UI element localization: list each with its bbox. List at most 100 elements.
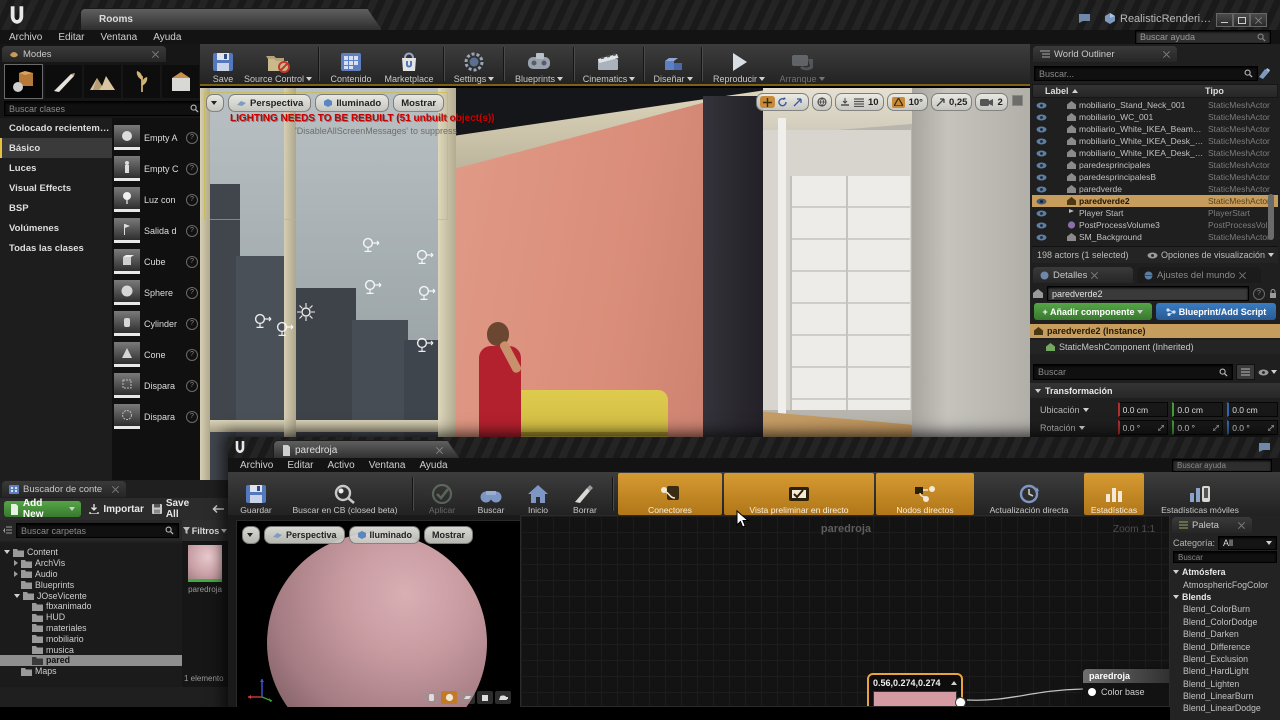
visibility-eye-icon[interactable] bbox=[1036, 210, 1047, 217]
visibility-eye-icon[interactable] bbox=[1036, 198, 1047, 205]
asset-label[interactable]: paredroja bbox=[182, 585, 228, 594]
save-button[interactable]: Save bbox=[206, 44, 240, 84]
menu-ayuda[interactable]: Ayuda bbox=[153, 32, 181, 43]
actor-name-field[interactable]: paredverde2 bbox=[1047, 286, 1249, 301]
spotlight-gizmo-icon[interactable] bbox=[414, 248, 436, 266]
material-asset-tab[interactable]: paredroja bbox=[273, 440, 460, 459]
folder-musica[interactable]: musica bbox=[0, 644, 182, 655]
buscar-button[interactable]: Buscar bbox=[468, 473, 514, 515]
table-row[interactable]: PostProcessVolume3 PostProcessVolu bbox=[1032, 219, 1278, 231]
rotation-label[interactable]: Rotación bbox=[1040, 423, 1114, 433]
table-row[interactable]: paredverde StaticMeshActor bbox=[1032, 183, 1278, 195]
find-in-cb-button[interactable]: Buscar en CB (closed beta) bbox=[282, 473, 408, 515]
source-control-button[interactable]: Source Control bbox=[243, 44, 313, 84]
location-y-field[interactable]: 0.0 cm bbox=[1172, 402, 1224, 417]
list-item[interactable]: Sphere? bbox=[112, 277, 200, 308]
list-item[interactable]: Cone? bbox=[112, 339, 200, 370]
collapse-sources-icon[interactable] bbox=[3, 526, 13, 536]
plane-shape-button[interactable] bbox=[459, 691, 475, 704]
color-swatch[interactable] bbox=[873, 691, 957, 706]
location-label[interactable]: Ubicación bbox=[1040, 405, 1114, 415]
marketplace-button[interactable]: Marketplace bbox=[380, 44, 438, 84]
conectores-toggle[interactable]: Conectores bbox=[618, 472, 722, 515]
property-matrix-button[interactable] bbox=[1236, 364, 1255, 380]
category-lights[interactable]: Luces bbox=[0, 158, 112, 178]
help-icon[interactable]: ? bbox=[186, 131, 198, 144]
menu-archivo[interactable]: Archivo bbox=[9, 32, 42, 43]
save-all-button[interactable]: Save All bbox=[151, 498, 204, 520]
cube-shape-button[interactable] bbox=[477, 691, 493, 704]
rotation-y-field[interactable]: 0.0 ° bbox=[1172, 420, 1224, 435]
live-preview-toggle[interactable]: Vista preliminar en directo bbox=[724, 472, 874, 515]
palette-item[interactable]: Blend_Darken bbox=[1173, 628, 1277, 640]
table-row-selected[interactable]: paredverde2 StaticMeshActor bbox=[1032, 195, 1278, 207]
tab-world-outliner[interactable]: World Outliner bbox=[1033, 46, 1177, 62]
move-tool-button[interactable] bbox=[760, 96, 775, 108]
table-row[interactable]: mobiliario_White_IKEA_Beam_001 StaticMesh… bbox=[1032, 123, 1278, 135]
table-row[interactable]: mobiliario_White_IKEA_Desk_Face StaticMes… bbox=[1032, 135, 1278, 147]
folders-search-input[interactable]: Buscar carpetas bbox=[16, 523, 179, 538]
view-options-button[interactable]: Opciones de visualización bbox=[1161, 250, 1278, 260]
close-icon[interactable] bbox=[152, 51, 159, 58]
visibility-eye-icon[interactable] bbox=[1036, 114, 1047, 121]
location-z-field[interactable]: 0.0 cm bbox=[1227, 402, 1279, 417]
palette-item[interactable]: Blend_Exclusion bbox=[1173, 653, 1277, 665]
palette-item[interactable]: Blend_LinearDodge bbox=[1173, 702, 1277, 714]
list-item[interactable]: Cube? bbox=[112, 246, 200, 277]
table-row[interactable]: paredesprincipalesB StaticMeshActor bbox=[1032, 171, 1278, 183]
display-filter-button[interactable] bbox=[1258, 369, 1277, 376]
content-button[interactable]: Contenido bbox=[325, 44, 377, 84]
help-icon[interactable]: ? bbox=[186, 255, 198, 268]
level-tab[interactable]: Rooms bbox=[80, 8, 382, 30]
lit-mode-button[interactable]: Iluminado bbox=[348, 526, 421, 544]
tab-modes[interactable]: Modes bbox=[2, 46, 166, 62]
table-row[interactable]: paredesprincipales StaticMeshActor bbox=[1032, 159, 1278, 171]
live-update-button[interactable]: Actualización directa bbox=[976, 473, 1082, 515]
palette-item[interactable]: Blend_LinearBurn bbox=[1173, 690, 1277, 702]
collapsed-icon[interactable] bbox=[14, 560, 18, 567]
table-row[interactable]: mobiliario_WC_001 StaticMeshActor bbox=[1032, 111, 1278, 123]
palette-item[interactable]: Blend_ColorBurn bbox=[1173, 603, 1277, 615]
angle-snap-value[interactable]: 10° bbox=[909, 97, 923, 108]
stats-toggle[interactable]: Estadísticas bbox=[1084, 472, 1144, 515]
material-preview-viewport[interactable]: Perspectiva Iluminado Mostrar bbox=[236, 520, 522, 709]
viewport-options-button[interactable] bbox=[206, 94, 224, 112]
folder-archvis[interactable]: ArchVis bbox=[0, 558, 182, 569]
play-button[interactable]: Reproducir bbox=[708, 44, 770, 84]
mobile-stats-button[interactable]: Estadísticas móviles bbox=[1146, 473, 1254, 515]
visibility-eye-icon[interactable] bbox=[1036, 222, 1047, 229]
material-asset-thumbnail[interactable] bbox=[188, 545, 222, 582]
list-item[interactable]: Empty A? bbox=[112, 122, 200, 153]
category-all[interactable]: Todas las clases bbox=[0, 238, 112, 258]
visibility-eye-icon[interactable] bbox=[1036, 150, 1047, 157]
import-button[interactable]: Importar bbox=[89, 504, 144, 515]
palette-group[interactable]: Atmósfera bbox=[1173, 566, 1277, 578]
table-row[interactable]: Player Start PlayerStart bbox=[1032, 207, 1278, 219]
material-result-node[interactable]: paredroja Color base bbox=[1083, 669, 1169, 706]
help-search-input[interactable]: Buscar ayuda bbox=[1172, 458, 1272, 472]
menu-ventana[interactable]: Ventana bbox=[369, 460, 406, 471]
rotate-tool-button[interactable] bbox=[775, 96, 790, 108]
collapsed-icon[interactable] bbox=[14, 570, 18, 577]
mode-paint-tab[interactable] bbox=[45, 65, 82, 98]
menu-ventana[interactable]: Ventana bbox=[100, 32, 137, 43]
viewport-options-button[interactable] bbox=[242, 526, 260, 544]
outliner-scrollbar[interactable] bbox=[1268, 194, 1274, 240]
close-button[interactable] bbox=[1250, 13, 1267, 27]
tab-palette[interactable]: Paleta bbox=[1172, 517, 1252, 533]
mode-place-tab[interactable] bbox=[4, 64, 43, 99]
sphere-shape-button[interactable] bbox=[441, 691, 457, 704]
live-nodes-toggle[interactable]: Nodos directos bbox=[876, 472, 974, 515]
sun-gizmo-icon[interactable] bbox=[296, 302, 318, 322]
swarm-cube-icon[interactable] bbox=[1104, 12, 1117, 24]
palette-item[interactable]: AtmosphericFogColor bbox=[1173, 578, 1277, 590]
lock-icon[interactable] bbox=[1269, 288, 1277, 299]
classes-search-input[interactable]: Buscar clases bbox=[4, 101, 204, 116]
transform-section-header[interactable]: Transformación bbox=[1030, 383, 1280, 398]
column-type[interactable]: Tipo bbox=[1205, 86, 1277, 96]
component-row[interactable]: StaticMeshComponent (Inherited) bbox=[1030, 340, 1280, 354]
perspective-button[interactable]: Perspectiva bbox=[228, 94, 312, 112]
add-new-button[interactable]: Add New bbox=[4, 498, 82, 520]
list-item[interactable]: Salida d? bbox=[112, 215, 200, 246]
constant3-node[interactable]: 0.56,0.274,0.274 bbox=[867, 673, 966, 706]
